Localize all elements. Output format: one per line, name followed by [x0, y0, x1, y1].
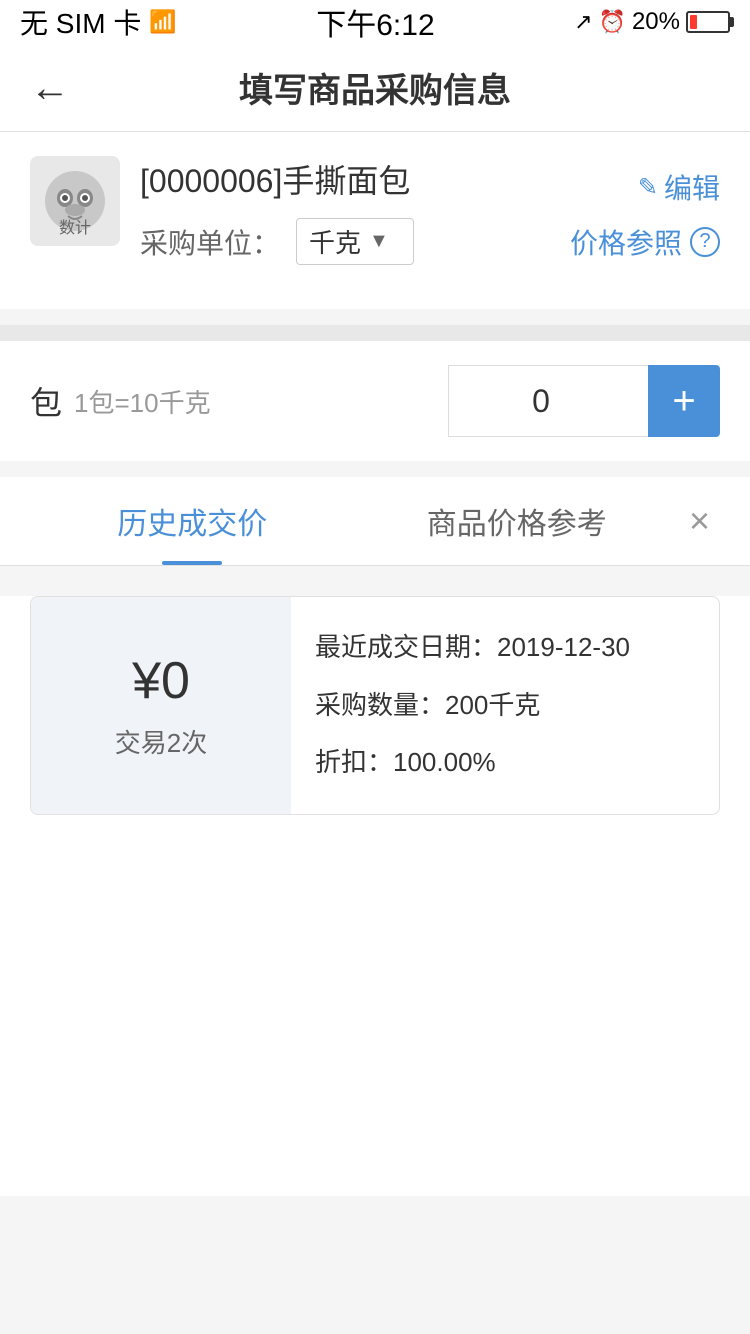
unit-select-dropdown[interactable]: 千克 ▼ — [296, 218, 414, 265]
tabs-header: 历史成交价 商品价格参考 × — [0, 477, 750, 565]
product-name: [0000006]手撕面包 — [140, 156, 410, 202]
quantity-section: 包 1包=10千克 + — [0, 341, 750, 461]
battery-percent: 20% — [632, 8, 680, 36]
transaction-count: 交易2次 — [115, 723, 207, 760]
location-icon: ↗ — [574, 9, 592, 35]
transaction-discount: 折扣：100.00% — [315, 742, 695, 784]
unit-label: 采购单位： — [140, 222, 280, 262]
battery-fill — [690, 15, 697, 29]
product-thumbnail: 数计 — [30, 156, 120, 246]
alarm-icon: ⏰ — [599, 9, 626, 35]
nav-bar: ← 填写商品采购信息 — [0, 44, 750, 132]
quantity-input[interactable] — [448, 365, 648, 437]
product-info: [0000006]手撕面包 ✎ 编辑 采购单位： 千克 ▼ 价格参照 ? — [140, 156, 720, 265]
transaction-date: 最近成交日期：2019-12-30 — [315, 627, 695, 669]
divider — [0, 325, 750, 341]
battery-icon — [686, 11, 730, 33]
edit-button[interactable]: ✎ 编辑 — [638, 167, 720, 207]
close-button[interactable]: × — [679, 490, 720, 552]
unit-badge: 包 — [30, 378, 62, 424]
wifi-icon: 📶 — [149, 9, 176, 35]
time-display: 下午6:12 — [316, 0, 434, 44]
tabs-section: 历史成交价 商品价格参考 × — [0, 477, 750, 566]
tab-product-price-ref[interactable]: 商品价格参考 — [354, 477, 678, 565]
help-icon: ? — [690, 227, 720, 257]
quantity-plus-button[interactable]: + — [648, 365, 720, 437]
quantity-controls: + — [448, 365, 720, 437]
edit-icon: ✎ — [638, 173, 658, 202]
dropdown-arrow-icon: ▼ — [369, 230, 389, 253]
product-section: 数计 [0000006]手撕面包 ✎ 编辑 采购单位： 千克 ▼ 价格参照 — [0, 132, 750, 309]
status-right: ↗ ⏰ 20% — [574, 8, 730, 36]
product-unit-row: 采购单位： 千克 ▼ 价格参照 ? — [140, 218, 720, 265]
page-title: 填写商品采购信息 — [239, 63, 511, 112]
tab-history-price[interactable]: 历史成交价 — [30, 477, 354, 565]
status-left: 无 SIM 卡 📶 — [20, 2, 177, 42]
transaction-price: ¥0 — [132, 651, 190, 711]
transaction-quantity: 采购数量：200千克 — [315, 685, 695, 727]
unit-conversion: 1包=10千克 — [74, 383, 211, 420]
transaction-left: ¥0 交易2次 — [31, 597, 291, 814]
header-actions: [0000006]手撕面包 ✎ 编辑 — [140, 156, 720, 218]
carrier-text: 无 SIM 卡 — [20, 2, 141, 42]
price-reference-button[interactable]: 价格参照 ? — [570, 222, 720, 262]
status-bar: 无 SIM 卡 📶 下午6:12 ↗ ⏰ 20% — [0, 0, 750, 44]
transaction-card: ¥0 交易2次 最近成交日期：2019-12-30 采购数量：200千克 折扣：… — [30, 596, 720, 815]
thumbnail-label: 数计 — [30, 214, 120, 238]
back-button[interactable]: ← — [20, 58, 80, 118]
transaction-right: 最近成交日期：2019-12-30 采购数量：200千克 折扣：100.00% — [291, 597, 719, 814]
quantity-unit-info: 包 1包=10千克 — [30, 378, 211, 424]
product-header: 数计 [0000006]手撕面包 ✎ 编辑 采购单位： 千克 ▼ 价格参照 — [30, 156, 720, 265]
unit-value: 千克 — [309, 223, 361, 260]
content-area: ¥0 交易2次 最近成交日期：2019-12-30 采购数量：200千克 折扣：… — [0, 596, 750, 1196]
